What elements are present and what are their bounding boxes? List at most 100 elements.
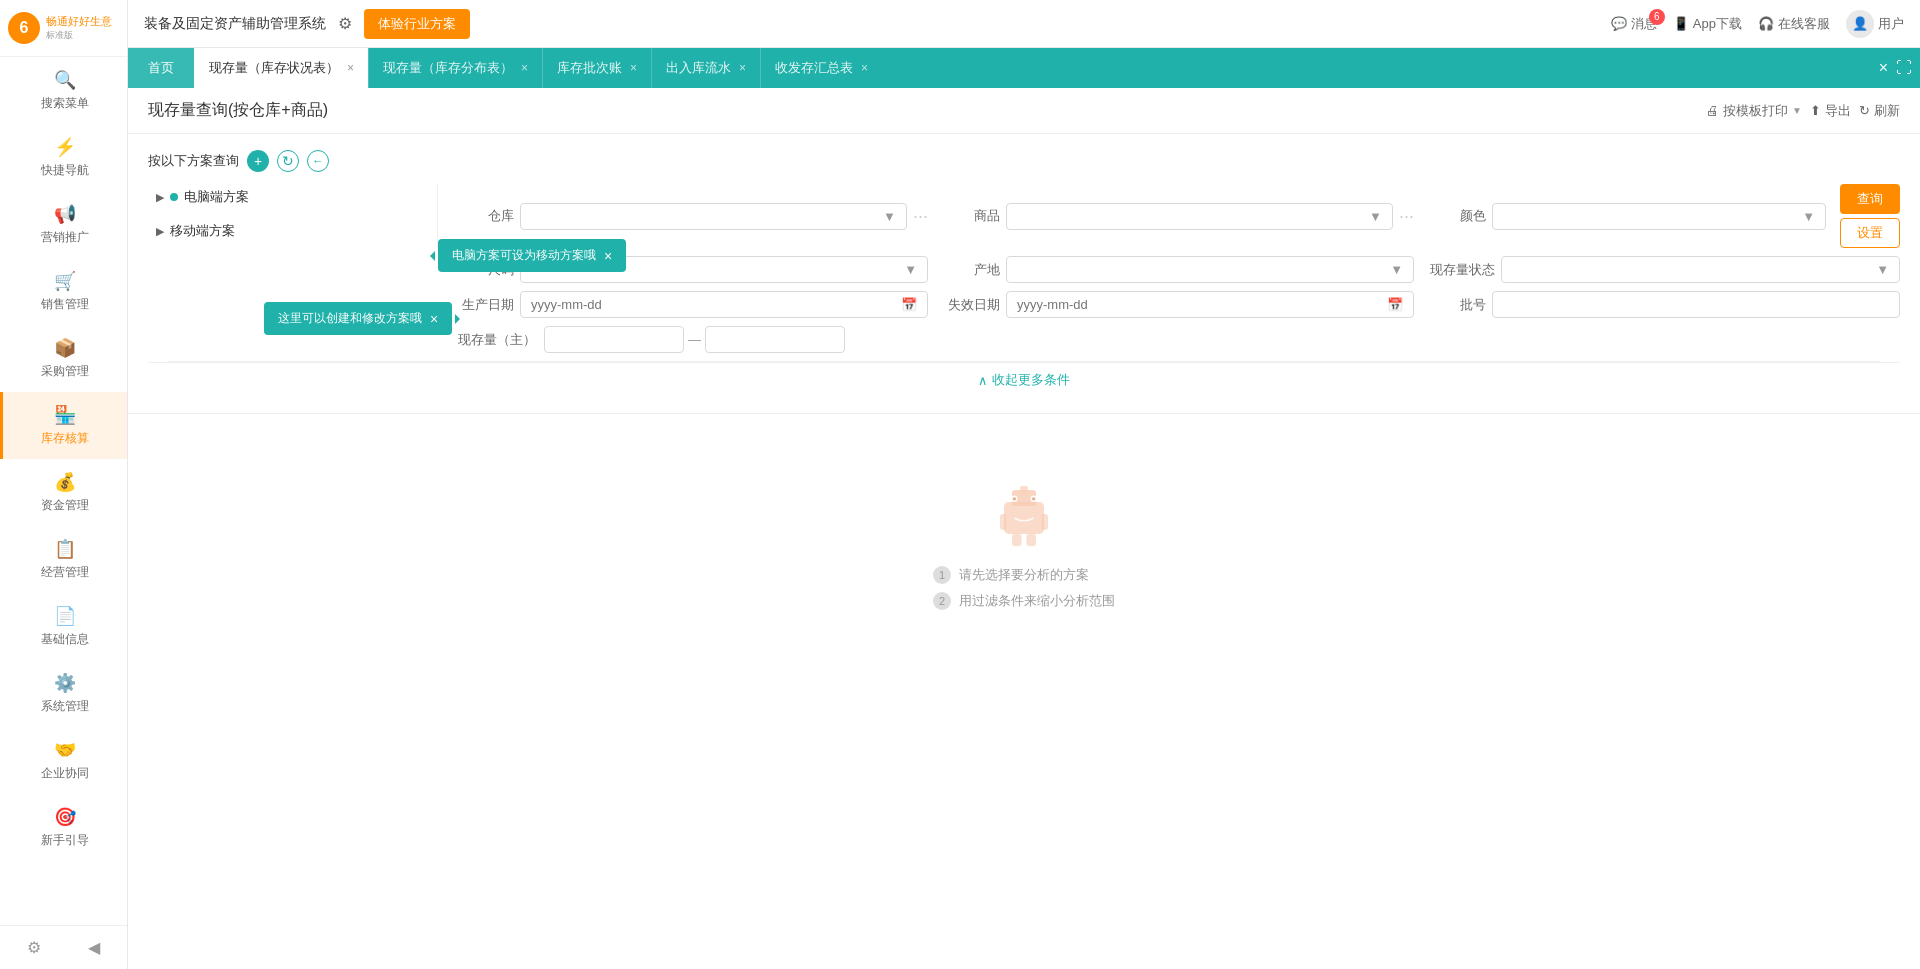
refresh-btn[interactable]: ↻ 刷新 [1859, 102, 1900, 120]
filter-header-label: 按以下方案查询 [148, 152, 239, 170]
produce-date-field: 生产日期 📅 [458, 291, 928, 318]
svg-point-5 [1013, 497, 1016, 500]
empty-tip-2: 2 用过滤条件来缩小分析范围 [933, 592, 1115, 610]
warehouse-dots[interactable]: ··· [913, 206, 928, 227]
stock-main-to[interactable] [705, 326, 845, 353]
sidebar-item-finance[interactable]: 💰 资金管理 [0, 459, 127, 526]
scheme-mobile-group[interactable]: ▶ 移动端方案 [148, 218, 425, 244]
sidebar-item-system[interactable]: ⚙️ 系统管理 [0, 660, 127, 727]
stock-status-select[interactable]: ▼ [1501, 256, 1900, 283]
origin-select[interactable]: ▼ [1006, 256, 1414, 283]
tab-fullscreen-btn[interactable]: ⛶ [1896, 59, 1912, 77]
filter-add-btn[interactable]: + [247, 150, 269, 172]
chevron-up-icon: ∧ [978, 373, 988, 388]
sidebar-collapse-btn[interactable]: ◀ [88, 938, 100, 957]
collapse-bar[interactable]: ∧ 收起更多条件 [148, 362, 1900, 397]
filter-row-2: 尺码 ▼ 产 [458, 256, 1900, 283]
tab-batch-account[interactable]: 库存批次账 × [542, 48, 651, 88]
messages-btn[interactable]: 💬 消息 6 [1611, 15, 1657, 33]
expire-date-label: 失效日期 [944, 296, 1000, 314]
tip-num-2: 2 [933, 592, 951, 610]
produce-date-box[interactable]: 📅 [520, 291, 928, 318]
message-badge: 6 [1649, 9, 1665, 25]
tab-inventory-status[interactable]: 现存量（库存状况表） × [194, 48, 368, 88]
produce-date-control: 📅 [520, 291, 928, 318]
color-select-arrow: ▼ [1802, 209, 1815, 224]
tab-receive-summary[interactable]: 收发存汇总表 × [760, 48, 882, 88]
tab-home[interactable]: 首页 [128, 48, 194, 88]
scheme-desktop-section: ▶ 电脑端方案 [148, 184, 425, 210]
color-control: ▼ [1492, 203, 1826, 230]
stock-main-range: — [544, 326, 845, 353]
tooltip-desktop: 电脑方案可设为移动方案哦 × [438, 239, 626, 272]
tooltip-edit-close[interactable]: × [430, 311, 438, 327]
quick-nav-icon: ⚡ [54, 136, 76, 158]
guide-icon: 🎯 [54, 806, 76, 828]
origin-control: ▼ [1006, 256, 1414, 283]
stock-main-from[interactable] [544, 326, 684, 353]
chevron-down-icon: ▼ [1792, 105, 1802, 116]
expire-date-input[interactable] [1017, 297, 1383, 312]
sidebar-nav: 🔍 搜索菜单 ⚡ 快捷导航 📢 营销推广 🛒 销售管理 📦 采购管理 🏪 [0, 57, 127, 925]
topbar-settings-icon[interactable]: ⚙ [338, 14, 352, 33]
batch-no-input[interactable] [1492, 291, 1900, 318]
sidebar-item-quick-nav[interactable]: ⚡ 快捷导航 [0, 124, 127, 191]
template-print-btn[interactable]: 🖨 按模板打印 ▼ [1706, 102, 1802, 120]
sidebar-item-sales[interactable]: 🛒 销售管理 [0, 258, 127, 325]
sidebar-item-enterprise[interactable]: 🤝 企业协同 [0, 727, 127, 794]
sidebar-settings-btn[interactable]: ⚙ [27, 938, 41, 957]
goods-control: ▼ [1006, 203, 1393, 230]
topbar-right: 💬 消息 6 📱 App下载 🎧 在线客服 👤 用户 [1611, 10, 1904, 38]
goods-dots[interactable]: ··· [1399, 206, 1414, 227]
tooltip-desktop-close[interactable]: × [604, 248, 612, 264]
online-support-btn[interactable]: 🎧 在线客服 [1758, 15, 1830, 33]
filter-refresh-btn[interactable]: ↻ [277, 150, 299, 172]
filter-area: 按以下方案查询 + ↻ ← 电脑方案可设为移动方案哦 × 这里可以创建和修改方案… [128, 134, 1920, 413]
tab-in-out-flow[interactable]: 出入库流水 × [651, 48, 760, 88]
warehouse-select[interactable]: ▼ [520, 203, 907, 230]
goods-select-arrow: ▼ [1369, 209, 1382, 224]
search-button[interactable]: 查询 [1840, 184, 1900, 214]
tab-close-all-btn[interactable]: × [1879, 59, 1888, 77]
marketing-icon: 📢 [54, 203, 76, 225]
produce-date-calendar-icon[interactable]: 📅 [901, 297, 917, 312]
sidebar-item-search-menu[interactable]: 🔍 搜索菜单 [0, 57, 127, 124]
trial-button[interactable]: 体验行业方案 [364, 9, 470, 39]
sidebar-item-operation[interactable]: 📋 经营管理 [0, 526, 127, 593]
expire-date-calendar-icon[interactable]: 📅 [1387, 297, 1403, 312]
svg-rect-2 [1020, 486, 1028, 492]
filter-row-3: 生产日期 📅 [458, 291, 1900, 318]
sidebar-item-purchase[interactable]: 📦 采购管理 [0, 325, 127, 392]
sidebar: 6 畅通好好生意 标准版 🔍 搜索菜单 ⚡ 快捷导航 📢 营销推广 🛒 销售管理 [0, 0, 128, 969]
goods-field: 商品 ▼ ··· [944, 184, 1414, 248]
system-name: 装备及固定资产辅助管理系统 [144, 15, 326, 33]
produce-date-input[interactable] [531, 297, 897, 312]
filter-row-4: 现存量（主） — [458, 326, 1900, 353]
range-separator: — [688, 332, 701, 347]
filter-row-1: 仓库 ▼ ··· [458, 184, 1900, 248]
sidebar-item-basic-info[interactable]: 📄 基础信息 [0, 593, 127, 660]
sidebar-footer: ⚙ ◀ [0, 925, 127, 969]
sidebar-item-guide[interactable]: 🎯 新手引导 [0, 794, 127, 861]
svg-rect-8 [1042, 514, 1048, 530]
purchase-icon: 📦 [54, 337, 76, 359]
export-btn[interactable]: ⬆ 导出 [1810, 102, 1851, 120]
goods-select[interactable]: ▼ [1006, 203, 1393, 230]
expire-date-box[interactable]: 📅 [1006, 291, 1414, 318]
set-button[interactable]: 设置 [1840, 218, 1900, 248]
filter-header: 按以下方案查询 + ↻ ← [148, 150, 1900, 172]
filter-back-btn[interactable]: ← [307, 150, 329, 172]
color-select[interactable]: ▼ [1492, 203, 1826, 230]
user-btn[interactable]: 👤 用户 [1846, 10, 1904, 38]
tab-inventory-dist[interactable]: 现存量（库存分布表） × [368, 48, 542, 88]
tab-close-in-out-flow[interactable]: × [739, 61, 746, 75]
tab-close-batch-account[interactable]: × [630, 61, 637, 75]
app-download-btn[interactable]: 📱 App下载 [1673, 15, 1742, 33]
goods-label: 商品 [944, 207, 1000, 225]
scheme-desktop-group[interactable]: ▶ 电脑端方案 [148, 184, 425, 210]
sidebar-item-inventory[interactable]: 🏪 库存核算 [0, 392, 127, 459]
tab-close-receive-summary[interactable]: × [861, 61, 868, 75]
sidebar-item-marketing[interactable]: 📢 营销推广 [0, 191, 127, 258]
tab-close-inventory-dist[interactable]: × [521, 61, 528, 75]
tab-close-inventory-status[interactable]: × [347, 61, 354, 75]
